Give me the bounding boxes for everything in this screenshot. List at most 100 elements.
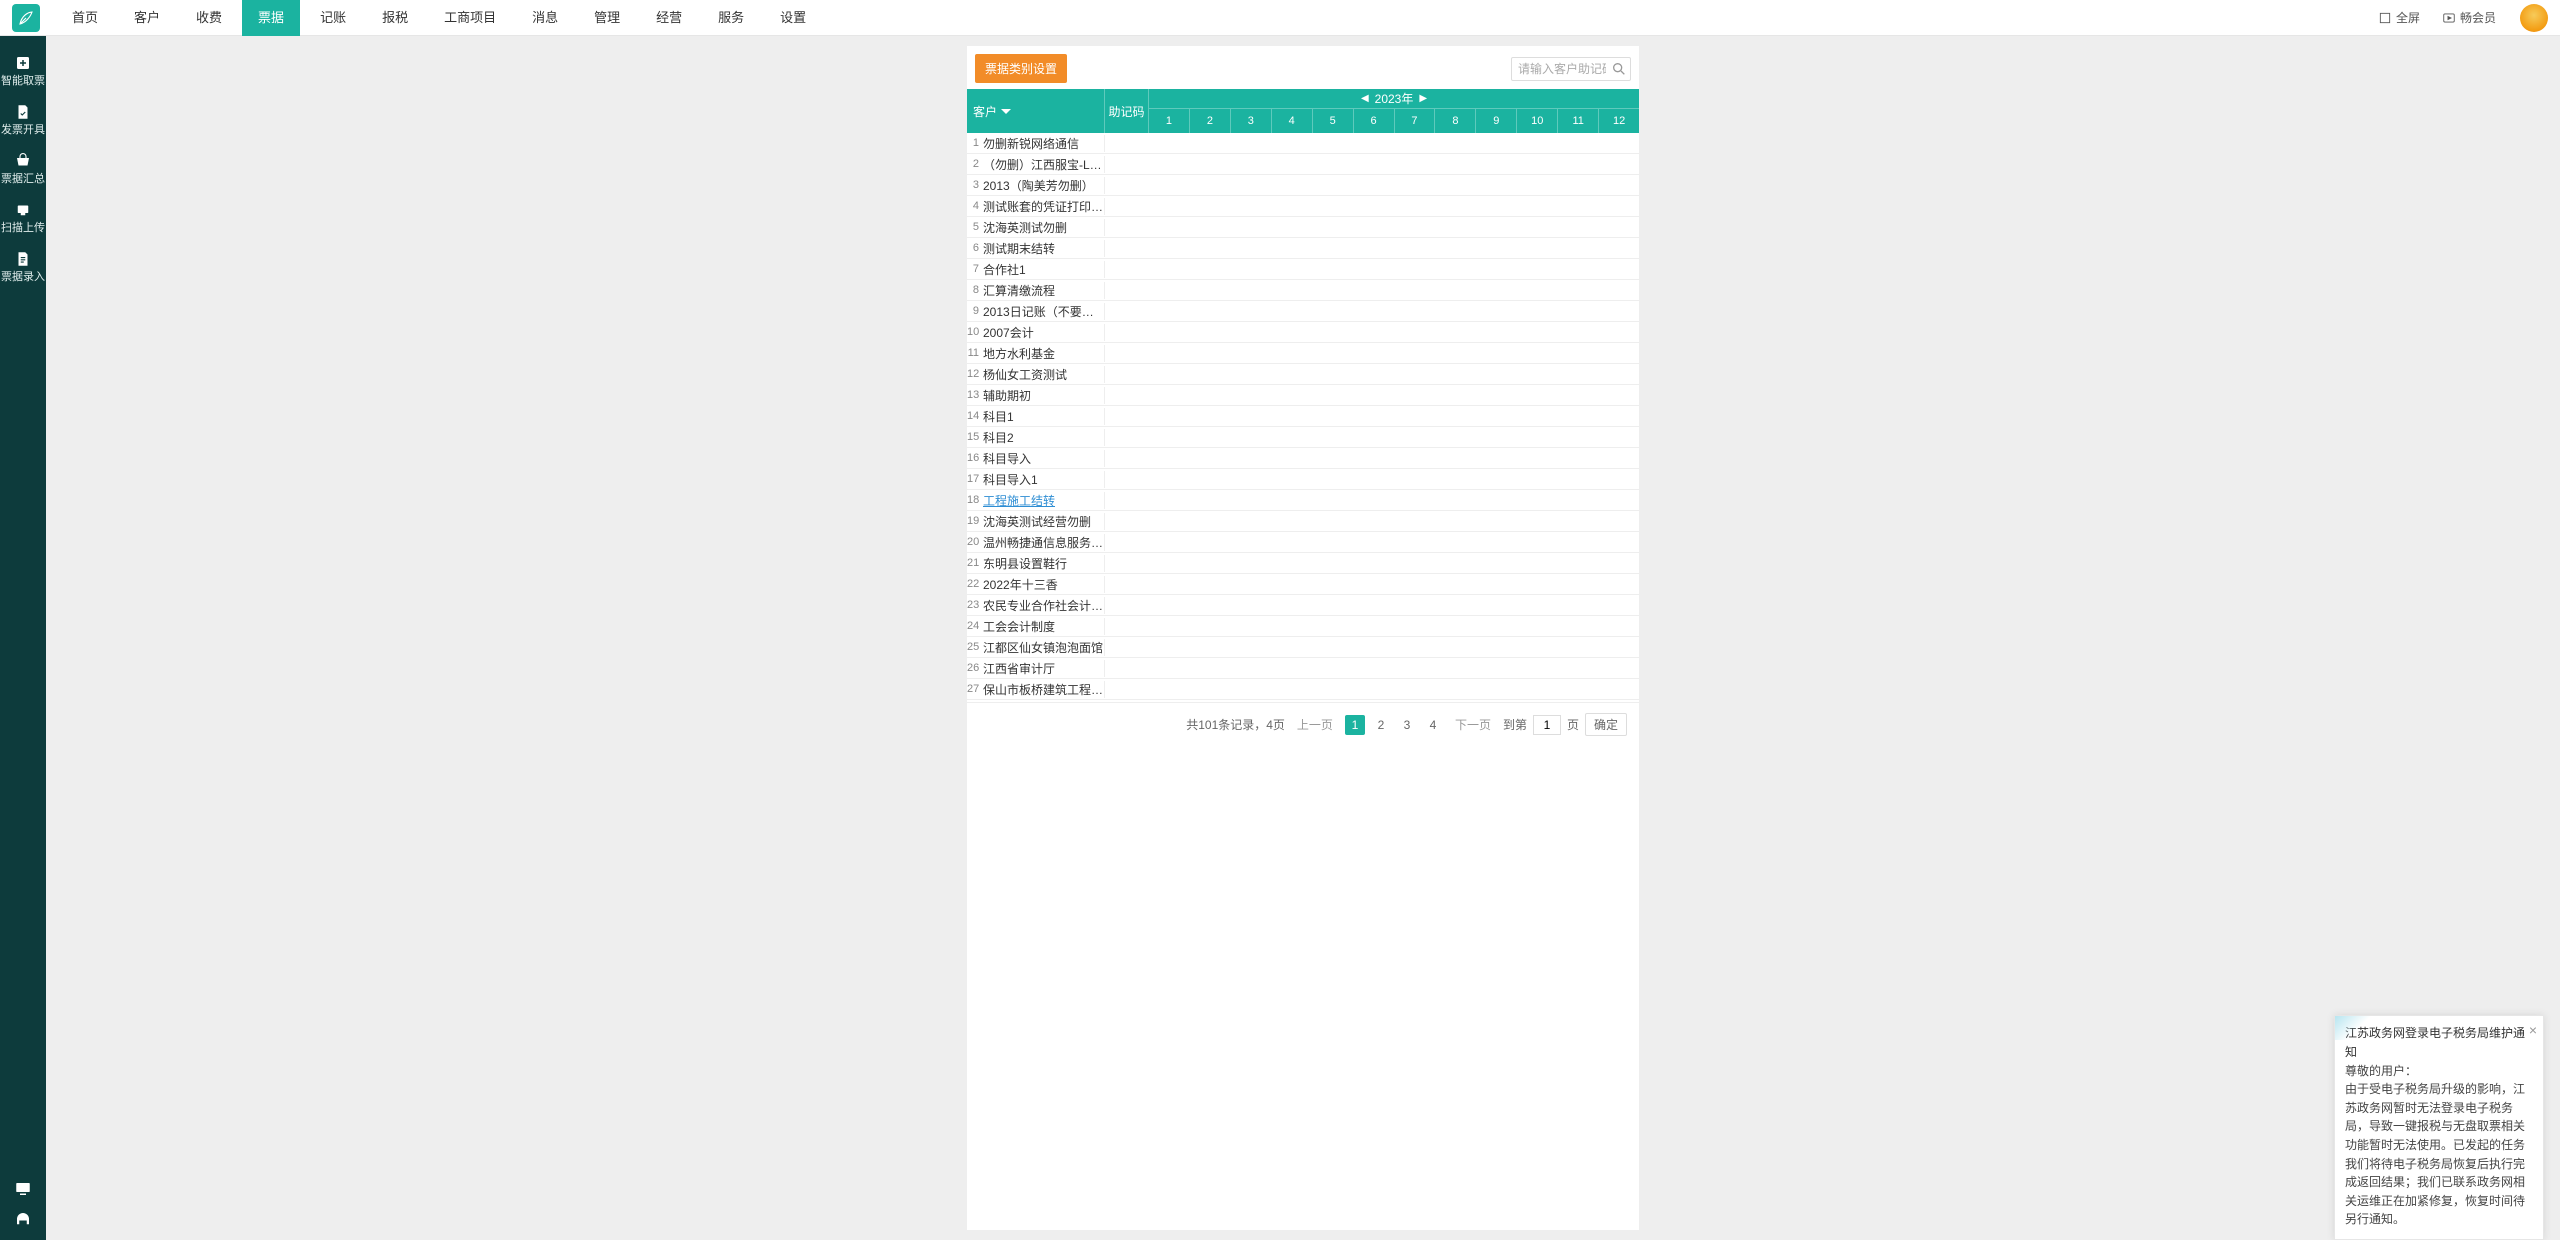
nav-item-11[interactable]: 设置 bbox=[764, 0, 822, 36]
row-index: 19 bbox=[967, 515, 981, 527]
row-name: （勿删）江西服宝-LSS bbox=[981, 156, 1105, 173]
page-number-2[interactable]: 2 bbox=[1371, 715, 1391, 735]
page-to-label: 到第 bbox=[1503, 716, 1527, 733]
row-index: 14 bbox=[967, 410, 981, 422]
row-index: 8 bbox=[967, 284, 981, 296]
year-prev[interactable]: ◀ bbox=[1361, 93, 1369, 104]
table-row[interactable]: 12杨仙女工资测试 bbox=[967, 364, 1639, 385]
nav-item-4[interactable]: 记账 bbox=[304, 0, 362, 36]
table-row[interactable]: 23农民专业合作社会计制度 bbox=[967, 595, 1639, 616]
header-month-10[interactable]: 10 bbox=[1517, 109, 1558, 133]
nav-item-6[interactable]: 工商项目 bbox=[428, 0, 512, 36]
table-row[interactable]: 92013日记账（不要删除哈，谢... bbox=[967, 301, 1639, 322]
header-month-7[interactable]: 7 bbox=[1395, 109, 1436, 133]
page-number-4[interactable]: 4 bbox=[1423, 715, 1443, 735]
nav-item-9[interactable]: 经营 bbox=[640, 0, 698, 36]
year-label: 2023年 bbox=[1375, 90, 1414, 107]
nav-item-10[interactable]: 服务 bbox=[702, 0, 760, 36]
header-month-11[interactable]: 11 bbox=[1558, 109, 1599, 133]
table-row[interactable]: 21东明县设置鞋行 bbox=[967, 553, 1639, 574]
year-next[interactable]: ▶ bbox=[1419, 93, 1427, 104]
table-row[interactable]: 5沈海英测试勿删 bbox=[967, 217, 1639, 238]
row-name: 农民专业合作社会计制度 bbox=[981, 597, 1105, 614]
sidebar-item-0[interactable]: 智能取票 bbox=[0, 46, 46, 95]
table-row[interactable]: 18工程施工结转 bbox=[967, 490, 1639, 511]
nav-item-5[interactable]: 报税 bbox=[366, 0, 424, 36]
nav-item-2[interactable]: 收费 bbox=[180, 0, 238, 36]
fullscreen-label: 全屏 bbox=[2396, 9, 2420, 26]
table-row[interactable]: 102007会计 bbox=[967, 322, 1639, 343]
header-month-3[interactable]: 3 bbox=[1231, 109, 1272, 133]
sidebar-item-1[interactable]: 发票开具 bbox=[0, 95, 46, 144]
headset-icon[interactable] bbox=[14, 1210, 32, 1228]
row-index: 12 bbox=[967, 368, 981, 380]
table-body[interactable]: 1勿删新锐网络通信2（勿删）江西服宝-LSS32013（陶美芳勿删）4测试账套的… bbox=[967, 133, 1639, 703]
top-navigation: 首页客户收费票据记账报税工商项目消息管理经营服务设置 全屏 畅会员 bbox=[0, 0, 2560, 36]
row-name: 科目2 bbox=[981, 429, 1105, 446]
table-row[interactable]: 15科目2 bbox=[967, 427, 1639, 448]
nav-item-1[interactable]: 客户 bbox=[118, 0, 176, 36]
header-month-1[interactable]: 1 bbox=[1149, 109, 1190, 133]
table-row[interactable]: 26江西省审计厅 bbox=[967, 658, 1639, 679]
row-name: 科目1 bbox=[981, 408, 1105, 425]
row-index: 24 bbox=[967, 620, 981, 632]
pagination-summary: 共101条记录，4页 bbox=[1186, 716, 1285, 733]
page-number-3[interactable]: 3 bbox=[1397, 715, 1417, 735]
row-name[interactable]: 工程施工结转 bbox=[981, 492, 1105, 509]
page-prev[interactable]: 上一页 bbox=[1291, 715, 1339, 735]
table-row[interactable]: 32013（陶美芳勿删） bbox=[967, 175, 1639, 196]
table-row[interactable]: 7合作社1 bbox=[967, 259, 1639, 280]
page-confirm-button[interactable]: 确定 bbox=[1585, 713, 1627, 736]
sidebar-item-4[interactable]: 票据录入 bbox=[0, 242, 46, 291]
table-row[interactable]: 14科目1 bbox=[967, 406, 1639, 427]
table-row[interactable]: 11地方水利基金 bbox=[967, 343, 1639, 364]
member-label: 畅会员 bbox=[2460, 9, 2496, 26]
header-customer[interactable]: 客户 bbox=[967, 89, 1105, 133]
nav-item-8[interactable]: 管理 bbox=[578, 0, 636, 36]
table-row[interactable]: 20温州畅捷通信息服务有限公司 bbox=[967, 532, 1639, 553]
notice-close-button[interactable]: × bbox=[2529, 1020, 2537, 1042]
sidebar-label: 票据汇总 bbox=[1, 173, 45, 185]
header-month-6[interactable]: 6 bbox=[1354, 109, 1395, 133]
nav-item-0[interactable]: 首页 bbox=[56, 0, 114, 36]
table-row[interactable]: 16科目导入 bbox=[967, 448, 1639, 469]
fullscreen-button[interactable]: 全屏 bbox=[2372, 7, 2426, 28]
header-month-5[interactable]: 5 bbox=[1313, 109, 1354, 133]
table-row[interactable]: 25江都区仙女镇泡泡面馆 bbox=[967, 637, 1639, 658]
table-row[interactable]: 13辅助期初 bbox=[967, 385, 1639, 406]
user-avatar[interactable] bbox=[2520, 4, 2548, 32]
table-row[interactable]: 24工会会计制度 bbox=[967, 616, 1639, 637]
header-month-8[interactable]: 8 bbox=[1435, 109, 1476, 133]
notice-decoration bbox=[2335, 1016, 2371, 1040]
sidebar-item-3[interactable]: 扫描上传 bbox=[0, 193, 46, 242]
nav-item-7[interactable]: 消息 bbox=[516, 0, 574, 36]
header-month-9[interactable]: 9 bbox=[1476, 109, 1517, 133]
row-index: 5 bbox=[967, 221, 981, 233]
monitor-icon[interactable] bbox=[14, 1180, 32, 1198]
page-next[interactable]: 下一页 bbox=[1449, 715, 1497, 735]
header-month-12[interactable]: 12 bbox=[1599, 109, 1639, 133]
page-input[interactable] bbox=[1533, 715, 1561, 735]
page-number-1[interactable]: 1 bbox=[1345, 715, 1365, 735]
table-row[interactable]: 222022年十三香 bbox=[967, 574, 1639, 595]
table-row[interactable]: 6测试期末结转 bbox=[967, 238, 1639, 259]
row-index: 22 bbox=[967, 578, 981, 590]
table-row[interactable]: 27保山市板桥建筑工程有限责任... bbox=[967, 679, 1639, 700]
sidebar-item-2[interactable]: 票据汇总 bbox=[0, 144, 46, 193]
table-row[interactable]: 1勿删新锐网络通信 bbox=[967, 133, 1639, 154]
member-button[interactable]: 畅会员 bbox=[2436, 7, 2502, 28]
table-row[interactable]: 8汇算清缴流程 bbox=[967, 280, 1639, 301]
table-row[interactable]: 2（勿删）江西服宝-LSS bbox=[967, 154, 1639, 175]
nav-item-3[interactable]: 票据 bbox=[242, 0, 300, 36]
header-month-4[interactable]: 4 bbox=[1272, 109, 1313, 133]
table-row[interactable]: 4测试账套的凭证打印的时候是否 bbox=[967, 196, 1639, 217]
app-logo bbox=[12, 4, 40, 32]
category-settings-button[interactable]: 票据类别设置 bbox=[975, 54, 1067, 83]
header-month-2[interactable]: 2 bbox=[1190, 109, 1231, 133]
notice-title: 江苏政务网登录电子税务局维护通知 bbox=[2345, 1024, 2533, 1061]
table-row[interactable]: 17科目导入1 bbox=[967, 469, 1639, 490]
sidebar-icon-1 bbox=[14, 103, 32, 121]
header-mnemonic[interactable]: 助记码 bbox=[1105, 89, 1149, 133]
table-row[interactable]: 19沈海英测试经营勿删 bbox=[967, 511, 1639, 532]
search-icon[interactable] bbox=[1611, 61, 1627, 77]
